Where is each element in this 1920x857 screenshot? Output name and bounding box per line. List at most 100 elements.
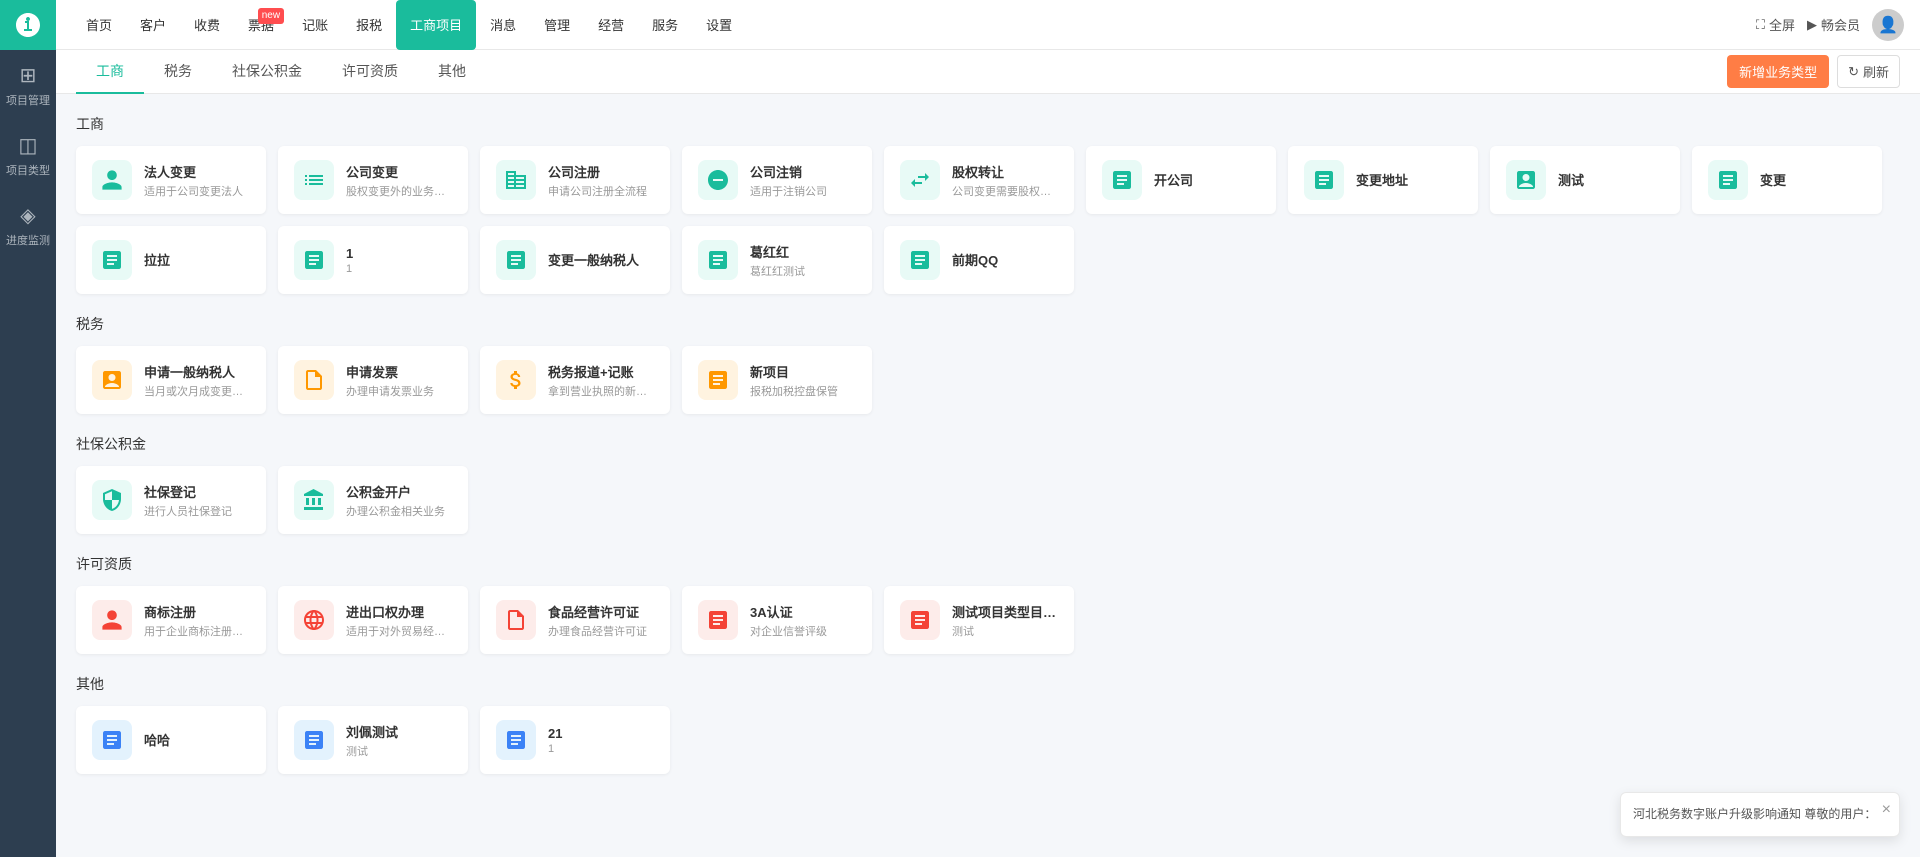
sidebar-item-project-manage[interactable]: ⊞ 项目管理 — [0, 50, 56, 120]
card-apply-invoice-name: 申请发票 — [346, 362, 452, 381]
card-liupei-test[interactable]: 刘佩测试 测试 — [278, 706, 468, 774]
tax-section: 税务 申请一般纳税人 当月或次月成变更完成 — [76, 314, 1900, 414]
card-test1[interactable]: 测试 — [1490, 146, 1680, 214]
nav-tax[interactable]: 报税 — [342, 0, 396, 50]
card-new-project-name: 新项目 — [750, 362, 856, 381]
card-lala-info: 拉拉 — [144, 250, 250, 271]
card-fund-open[interactable]: 公积金开户 办理公积金相关业务 — [278, 466, 468, 534]
card-change1[interactable]: 变更 — [1692, 146, 1882, 214]
card-social-register[interactable]: 社保登记 进行人员社保登记 — [76, 466, 266, 534]
industry-section-title: 工商 — [76, 114, 1900, 134]
card-open-company[interactable]: 开公司 — [1086, 146, 1276, 214]
card-preqq-name: 前期QQ — [952, 250, 1058, 269]
card-company-cancel-desc: 适用于注销公司 — [750, 183, 856, 199]
card-equity-transfer-info: 股权转让 公司变更需要股权转让 — [952, 162, 1058, 199]
card-import-export-info: 进出口权办理 适用于对外贸易经营者 — [346, 602, 452, 639]
card-apply-taxpayer-name: 申请一般纳税人 — [144, 362, 250, 381]
card-change-taxpayer-icon — [496, 240, 536, 280]
card-apply-taxpayer-desc: 当月或次月成变更完成 — [144, 383, 250, 399]
card-change-taxpayer-info: 变更一般纳税人 — [548, 250, 654, 271]
card-new-project[interactable]: 新项目 报税加税控盘保管 — [682, 346, 872, 414]
card-change1-name: 变更 — [1760, 170, 1866, 189]
card-haha[interactable]: 哈哈 — [76, 706, 266, 774]
other-section: 其他 哈哈 — [76, 674, 1900, 774]
nav-industry[interactable]: 工商项目 — [396, 0, 476, 50]
nav-home[interactable]: 首页 — [72, 0, 126, 50]
card-legal-change-icon — [92, 160, 132, 200]
nav-operation[interactable]: 经营 — [584, 0, 638, 50]
notification-popup: × 河北税务数字账户升级影响通知 尊敬的用户： — [1620, 792, 1900, 837]
card-food-license-name: 食品经营许可证 — [548, 602, 654, 621]
tab-social[interactable]: 社保公积金 — [212, 50, 322, 94]
card-company-change[interactable]: 公司变更 股权变更外的业务变更 — [278, 146, 468, 214]
card-equity-transfer[interactable]: 股权转让 公司变更需要股权转让 — [884, 146, 1074, 214]
tab-other[interactable]: 其他 — [418, 50, 486, 94]
fullscreen-button[interactable]: ⛶ 全屏 — [1756, 15, 1795, 34]
card-test-type[interactable]: 测试项目类型目定义 测试 — [884, 586, 1074, 654]
card-new-project-desc: 报税加税控盘保管 — [750, 383, 856, 399]
main-wrapper: 首页 客户 收费 票据 new 记账 报税 工商项目 消息 管理 经营 服务 设… — [56, 0, 1920, 857]
card-trademark-name: 商标注册 — [144, 602, 250, 621]
vip-button[interactable]: ▶ 畅会员 — [1807, 15, 1860, 34]
nav-management[interactable]: 管理 — [530, 0, 584, 50]
card-fund-open-name: 公积金开户 — [346, 482, 452, 501]
card-test1-info: 测试 — [1558, 170, 1664, 191]
card-change-taxpayer[interactable]: 变更一般纳税人 — [480, 226, 670, 294]
card-mohonghong[interactable]: 葛红红 葛红红测试 — [682, 226, 872, 294]
card-apply-taxpayer[interactable]: 申请一般纳税人 当月或次月成变更完成 — [76, 346, 266, 414]
nav-accounting[interactable]: 记账 — [288, 0, 342, 50]
card-legal-change[interactable]: 法人变更 适用于公司变更法人 — [76, 146, 266, 214]
card-lala[interactable]: 拉拉 — [76, 226, 266, 294]
nav-message[interactable]: 消息 — [476, 0, 530, 50]
card-change1-info: 变更 — [1760, 170, 1866, 191]
new-type-button[interactable]: 新增业务类型 — [1727, 55, 1829, 88]
card-tax-report-accounting[interactable]: 税务报道+记账 拿到营业执照的新公司 — [480, 346, 670, 414]
card-company-register[interactable]: 公司注册 申请公司注册全流程 — [480, 146, 670, 214]
tab-tax[interactable]: 税务 — [144, 50, 212, 94]
card-tax-report-accounting-name: 税务报道+记账 — [548, 362, 654, 381]
card-food-license[interactable]: 食品经营许可证 办理食品经营许可证 — [480, 586, 670, 654]
card-mohonghong-icon — [698, 240, 738, 280]
card-twenty-one[interactable]: 21 1 — [480, 706, 670, 774]
card-apply-invoice[interactable]: 申请发票 办理申请发票业务 — [278, 346, 468, 414]
notification-close-button[interactable]: × — [1882, 801, 1891, 819]
avatar[interactable]: 👤 — [1872, 9, 1904, 41]
nav-billing[interactable]: 收费 — [180, 0, 234, 50]
other-cards-grid: 哈哈 刘佩测试 测试 — [76, 706, 1900, 774]
card-company-cancel-icon — [698, 160, 738, 200]
tab-industry[interactable]: 工商 — [76, 50, 144, 94]
card-test-type-icon — [900, 600, 940, 640]
sidebar-item-project-type[interactable]: ◫ 项目类型 — [0, 120, 56, 190]
card-liupei-test-icon — [294, 720, 334, 760]
card-3a-cert-desc: 对企业信誉评级 — [750, 623, 856, 639]
refresh-button[interactable]: ↻ 刷新 — [1837, 55, 1900, 88]
card-apply-taxpayer-icon — [92, 360, 132, 400]
nav-service[interactable]: 服务 — [638, 0, 692, 50]
card-one[interactable]: 1 1 — [278, 226, 468, 294]
card-trademark[interactable]: 商标注册 用于企业商标注册服务 — [76, 586, 266, 654]
content-wrapper: 工商 税务 社保公积金 许可资质 其他 新增业务类型 ↻ 刷新 工商 — [56, 50, 1920, 857]
other-section-title: 其他 — [76, 674, 1900, 694]
card-equity-transfer-icon — [900, 160, 940, 200]
card-legal-change-desc: 适用于公司变更法人 — [144, 183, 250, 199]
sub-tabs-actions: 新增业务类型 ↻ 刷新 — [1727, 55, 1900, 88]
card-company-change-icon — [294, 160, 334, 200]
card-twenty-one-icon — [496, 720, 536, 760]
card-haha-info: 哈哈 — [144, 730, 250, 751]
card-3a-cert[interactable]: 3A认证 对企业信誉评级 — [682, 586, 872, 654]
card-change-address[interactable]: 变更地址 — [1288, 146, 1478, 214]
nav-settings[interactable]: 设置 — [692, 0, 746, 50]
card-import-export[interactable]: 进出口权办理 适用于对外贸易经营者 — [278, 586, 468, 654]
nav-customer[interactable]: 客户 — [126, 0, 180, 50]
card-company-cancel[interactable]: 公司注销 适用于注销公司 — [682, 146, 872, 214]
nav-invoice[interactable]: 票据 new — [234, 0, 288, 50]
card-preqq[interactable]: 前期QQ — [884, 226, 1074, 294]
card-lala-icon — [92, 240, 132, 280]
project-type-icon: ◫ — [19, 133, 38, 158]
card-one-name: 1 — [346, 246, 452, 261]
topnav-right: ⛶ 全屏 ▶ 畅会员 👤 — [1756, 9, 1904, 41]
card-equity-transfer-name: 股权转让 — [952, 162, 1058, 181]
sidebar-item-progress-monitor[interactable]: ◈ 进度监测 — [0, 190, 56, 260]
card-apply-taxpayer-info: 申请一般纳税人 当月或次月成变更完成 — [144, 362, 250, 399]
tab-license[interactable]: 许可资质 — [322, 50, 418, 94]
